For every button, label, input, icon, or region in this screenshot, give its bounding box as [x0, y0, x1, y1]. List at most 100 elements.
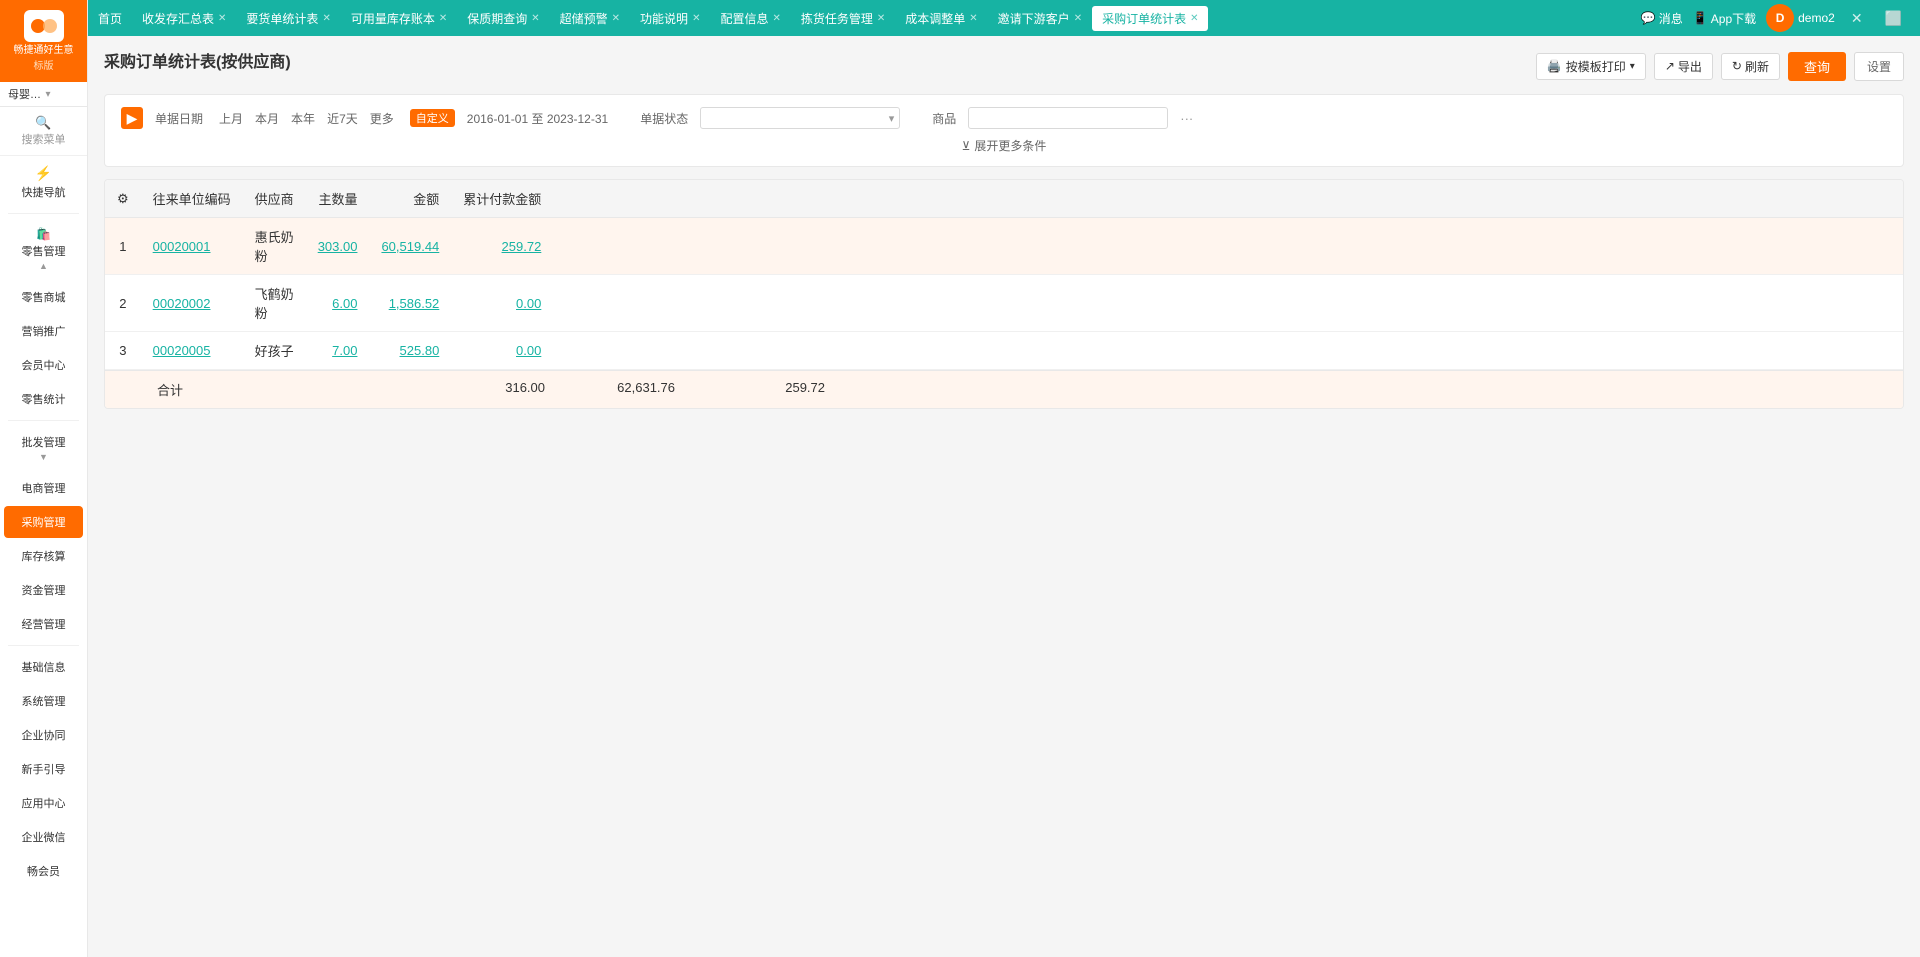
sidebar-item-appcenter[interactable]: 应用中心	[4, 787, 83, 819]
sidebar-item-retail-mall[interactable]: 零售商城	[4, 281, 83, 313]
sidebar-item-newguide[interactable]: 新手引导	[4, 753, 83, 785]
tab-orderstat-close[interactable]: ✕	[322, 13, 330, 24]
amount-link-1[interactable]: 60,519.44	[381, 239, 439, 254]
sidebar-item-vip[interactable]: 畅会员	[4, 855, 83, 887]
cell-qty-2[interactable]: 6.00	[306, 275, 370, 332]
tab-config-close[interactable]: ✕	[772, 13, 780, 24]
tab-pickingtask[interactable]: 拣货任务管理 ✕	[791, 6, 895, 31]
custom-date-badge[interactable]: 自定义	[410, 109, 455, 127]
tab-receivepay[interactable]: 收发存汇总表 ✕	[132, 6, 236, 31]
amount-link-2[interactable]: 1,586.52	[389, 296, 440, 311]
username: demo2	[1798, 11, 1835, 25]
tab-overstock-close[interactable]: ✕	[612, 13, 620, 24]
date-range-text: 2016-01-01 至 2023-12-31	[467, 110, 608, 127]
tab-invitedown-close[interactable]: ✕	[1074, 13, 1082, 24]
cell-amount-3[interactable]: 525.80	[369, 332, 451, 370]
filter-row-1: ▶ 单据日期 上月 本月 本年 近7天 更多 自定义 2016-01-01 至 …	[121, 107, 1887, 129]
shortcut-last-month[interactable]: 上月	[215, 108, 247, 129]
unit-code-link-3[interactable]: 00020005	[153, 343, 211, 358]
filter-toggle-button[interactable]: ▶	[121, 107, 143, 129]
paid-link-1[interactable]: 259.72	[502, 239, 542, 254]
goods-more-icon[interactable]: ···	[1180, 111, 1193, 126]
sidebar-item-inventory[interactable]: 库存核算	[4, 540, 83, 572]
cell-amount-1[interactable]: 60,519.44	[369, 218, 451, 275]
unit-code-link-2[interactable]: 00020002	[153, 296, 211, 311]
cell-amount-2[interactable]: 1,586.52	[369, 275, 451, 332]
sidebar-item-wholesale[interactable]: 批发管理 ▼	[4, 426, 83, 470]
cell-code-2[interactable]: 00020002	[141, 275, 243, 332]
tab-overstock[interactable]: 超储预警 ✕	[550, 6, 630, 31]
cell-paid-3[interactable]: 0.00	[451, 332, 553, 370]
refresh-button[interactable]: ↻ 刷新	[1721, 53, 1780, 80]
shortcut-7days[interactable]: 近7天	[323, 108, 362, 129]
sidebar-item-corpwechat[interactable]: 企业微信	[4, 821, 83, 853]
sidebar-item-system[interactable]: 系统管理	[4, 685, 83, 717]
qty-link-1[interactable]: 303.00	[318, 239, 358, 254]
sidebar-item-retail[interactable]: 🛍️ 零售管理 ▲	[4, 219, 83, 279]
tab-receivepay-close[interactable]: ✕	[218, 13, 226, 24]
cell-qty-3[interactable]: 7.00	[306, 332, 370, 370]
app-download-button[interactable]: 📱 App下载	[1693, 10, 1756, 27]
shortcut-this-year[interactable]: 本年	[287, 108, 319, 129]
cell-code-1[interactable]: 00020001	[141, 218, 243, 275]
sidebar-item-operation[interactable]: 经营管理	[4, 608, 83, 640]
sidebar-logo[interactable]: 畅捷通好生意 标版	[0, 0, 87, 82]
tab-invitedown[interactable]: 邀请下游客户 ✕	[988, 6, 1092, 31]
unit-code-link-1[interactable]: 00020001	[153, 239, 211, 254]
settings-button[interactable]: 设置	[1854, 52, 1904, 81]
window-maximize-button[interactable]: ⬜	[1879, 8, 1908, 29]
sidebar-item-retail-stats[interactable]: 零售统计	[4, 383, 83, 415]
sidebar-item-marketing[interactable]: 营销推广	[4, 315, 83, 347]
tab-funcguide-close[interactable]: ✕	[692, 13, 700, 24]
tab-purchasestat-close[interactable]: ✕	[1190, 13, 1198, 24]
sidebar-item-basic[interactable]: 基础信息	[4, 651, 83, 683]
window-close-button[interactable]: ✕	[1845, 8, 1869, 29]
tab-stockbook[interactable]: 可用量库存账本 ✕	[341, 6, 457, 31]
tab-purchasestat[interactable]: 采购订单统计表 ✕	[1092, 6, 1208, 31]
table-footer: 合计 316.00 62,631.76 259.72	[105, 370, 1903, 408]
goods-input[interactable]	[968, 107, 1168, 129]
tab-expiry[interactable]: 保质期查询 ✕	[457, 6, 549, 31]
sidebar-item-finance[interactable]: 资金管理	[4, 574, 83, 606]
user-profile-button[interactable]: D demo2	[1766, 4, 1835, 32]
tab-pickingtask-close[interactable]: ✕	[877, 13, 885, 24]
query-button[interactable]: 查询	[1788, 52, 1846, 81]
shortcut-this-month[interactable]: 本月	[251, 108, 283, 129]
paid-link-2[interactable]: 0.00	[516, 296, 541, 311]
expand-more-button[interactable]: ⊻ 展开更多条件	[121, 137, 1887, 154]
sidebar: 畅捷通好生意 标版 母婴行业演示账套 ▾ 🔍 搜索菜单 ⚡ 快捷导航 🛍️ 零售…	[0, 0, 88, 957]
tab-costadjust[interactable]: 成本调整单 ✕	[895, 6, 987, 31]
settings-col-icon: ⚙	[117, 191, 129, 206]
sidebar-item-purchase[interactable]: 采购管理	[4, 506, 83, 538]
sidebar-item-member[interactable]: 会员中心	[4, 349, 83, 381]
company-selector[interactable]: 母婴行业演示账套 ▾	[0, 82, 87, 107]
refresh-icon: ↻	[1732, 59, 1742, 73]
col-settings[interactable]: ⚙	[105, 180, 141, 218]
export-button[interactable]: ↗ 导出	[1654, 53, 1713, 80]
sidebar-item-ecommerce[interactable]: 电商管理	[4, 472, 83, 504]
cell-paid-1[interactable]: 259.72	[451, 218, 553, 275]
message-button[interactable]: 💬 消息	[1641, 10, 1683, 27]
sidebar-item-enterprise[interactable]: 企业协同	[4, 719, 83, 751]
cell-extra-3	[553, 332, 1903, 370]
sidebar-search[interactable]: 🔍 搜索菜单	[0, 107, 87, 156]
status-select[interactable]	[700, 107, 900, 129]
qty-link-2[interactable]: 6.00	[332, 296, 357, 311]
paid-link-3[interactable]: 0.00	[516, 343, 541, 358]
cell-qty-1[interactable]: 303.00	[306, 218, 370, 275]
print-button[interactable]: 🖨️ 按模板打印 ▾	[1536, 53, 1646, 80]
sidebar-item-shortcut[interactable]: ⚡ 快捷导航	[4, 157, 83, 208]
cell-code-3[interactable]: 00020005	[141, 332, 243, 370]
tab-expiry-close[interactable]: ✕	[531, 13, 539, 24]
tab-stockbook-close[interactable]: ✕	[439, 13, 447, 24]
print-dropdown-icon: ▾	[1630, 61, 1635, 72]
qty-link-3[interactable]: 7.00	[332, 343, 357, 358]
tab-home[interactable]: 首页	[88, 6, 132, 31]
tab-config[interactable]: 配置信息 ✕	[710, 6, 790, 31]
tab-orderstat[interactable]: 要货单统计表 ✕	[236, 6, 340, 31]
shortcut-more[interactable]: 更多	[366, 108, 398, 129]
cell-paid-2[interactable]: 0.00	[451, 275, 553, 332]
tab-costadjust-close[interactable]: ✕	[969, 13, 977, 24]
amount-link-3[interactable]: 525.80	[400, 343, 440, 358]
tab-funcguide[interactable]: 功能说明 ✕	[630, 6, 710, 31]
